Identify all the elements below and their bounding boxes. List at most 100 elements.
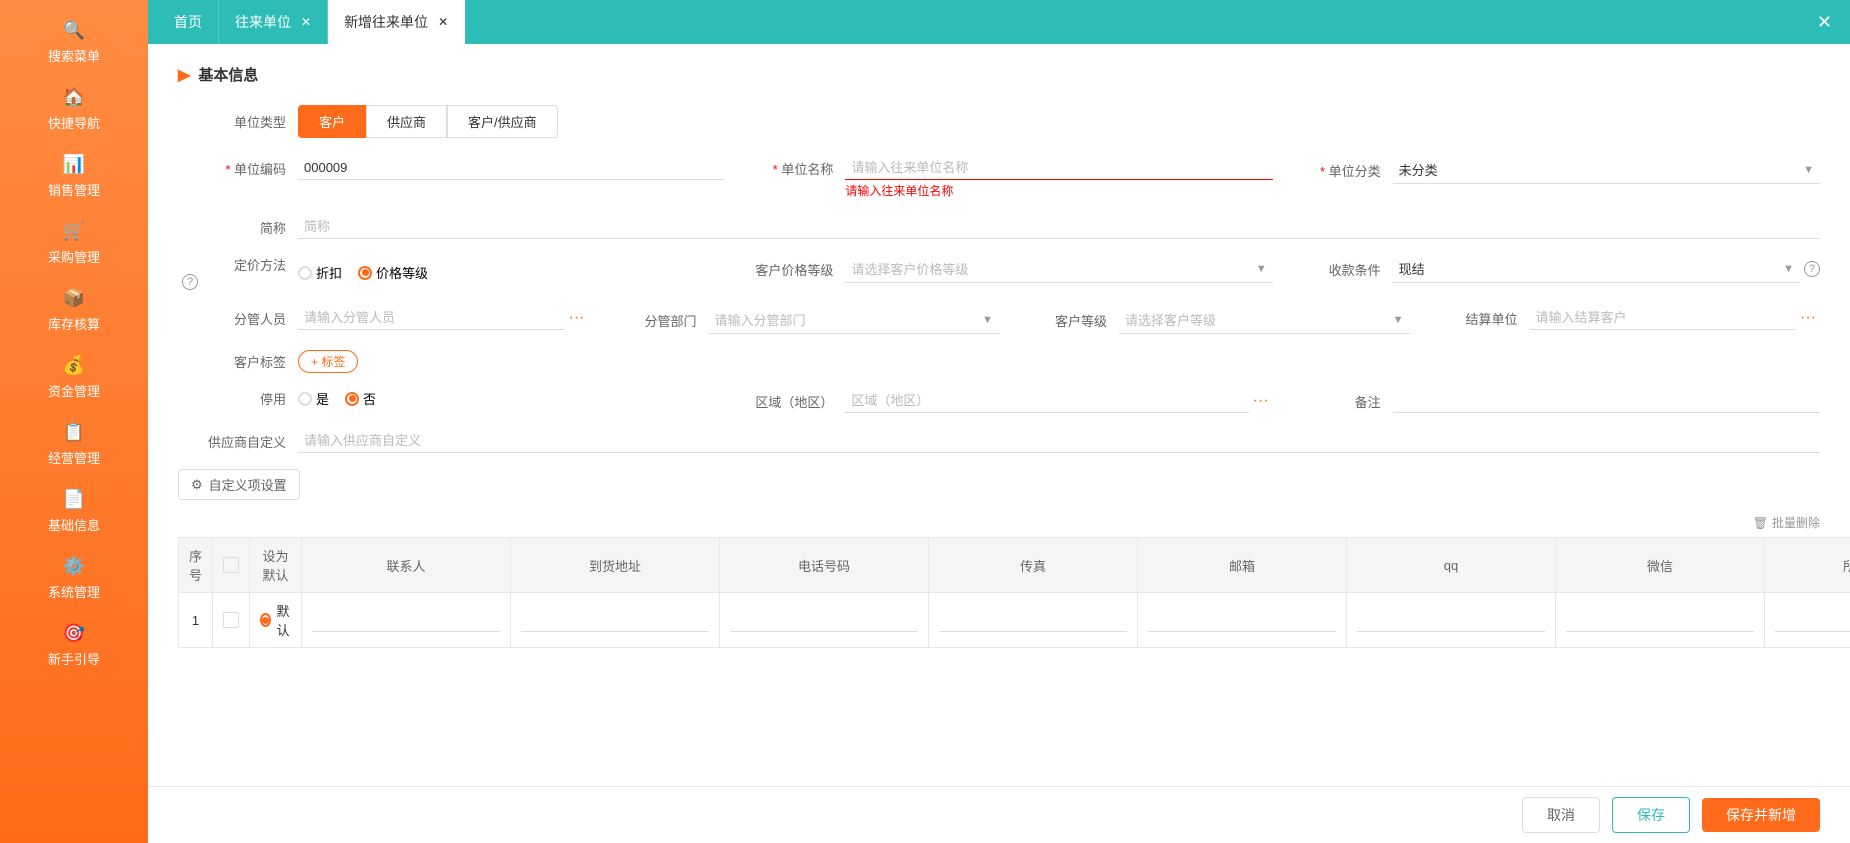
department-field: 分管部门 请输入分管部门 ▼ (589, 306, 1000, 334)
save-button[interactable]: 保存 (1612, 797, 1690, 833)
form-row-2: 简称 (178, 215, 1820, 239)
department-select[interactable]: 请输入分管部门 ▼ (709, 306, 1000, 334)
manager-input[interactable] (298, 306, 565, 330)
sidebar-item-search[interactable]: 🔍 搜索菜单 (0, 8, 148, 75)
department-label: 分管部门 (589, 311, 709, 330)
unit-type-customer-btn[interactable]: 客户 (298, 105, 366, 138)
supplier-custom-input[interactable] (298, 429, 1820, 453)
customer-level-select[interactable]: 请选择客户等级 ▼ (1119, 306, 1410, 334)
tab-new-trading-unit[interactable]: 新增往来单位 ✕ (328, 0, 465, 44)
home-icon: 🏠 (62, 85, 86, 109)
fax-input[interactable] (939, 608, 1127, 632)
manager-dots-btn[interactable]: ··· (565, 309, 589, 327)
row-default-radio[interactable]: 默认 (260, 601, 291, 639)
search-icon: 🔍 (62, 18, 86, 42)
col-wechat: 微信 (1556, 538, 1765, 593)
system-icon: ⚙️ (62, 554, 86, 578)
customer-level-field: 客户等级 请选择客户等级 ▼ (999, 306, 1410, 334)
payment-terms-help-icon[interactable]: ? (1804, 261, 1820, 277)
disabled-no-circle (345, 392, 359, 406)
region-input[interactable] (845, 389, 1248, 413)
row-checkbox[interactable] (223, 612, 239, 628)
row-address (511, 593, 720, 648)
pricing-discount-circle (298, 266, 312, 280)
save-new-button[interactable]: 保存并新增 (1702, 798, 1820, 832)
sidebar-item-sales[interactable]: 📊 销售管理 (0, 142, 148, 209)
pricing-level-dot (362, 269, 369, 276)
section-header: ▶ 基本信息 (178, 64, 1820, 85)
wechat-input[interactable] (1566, 608, 1754, 632)
unit-type-supplier-btn[interactable]: 供应商 (366, 105, 447, 138)
sidebar-item-purchase[interactable]: 🛒 采购管理 (0, 209, 148, 276)
abbreviation-input[interactable] (298, 215, 1820, 239)
form-content: ▶ 基本信息 单位类型 客户 供应商 客户/供应商 单位编码 单位名称 请输入往… (148, 44, 1850, 786)
pricing-level-radio[interactable]: 价格等级 (358, 263, 428, 282)
tab-new-trading-unit-close[interactable]: ✕ (438, 15, 448, 29)
remarks-input[interactable] (1393, 389, 1820, 413)
department-chevron: ▼ (982, 314, 993, 326)
unit-type-row: 单位类型 客户 供应商 客户/供应商 (178, 105, 1820, 138)
customer-level-chevron: ▼ (1393, 314, 1404, 326)
disabled-yes-radio[interactable]: 是 (298, 389, 329, 408)
sidebar-item-quick-nav[interactable]: 🏠 快捷导航 (0, 75, 148, 142)
cancel-button[interactable]: 取消 (1522, 797, 1600, 833)
sidebar-item-system[interactable]: ⚙️ 系统管理 (0, 544, 148, 611)
form-row-6: 停用 是 否 区域（地区） ··· (178, 389, 1820, 413)
qq-input[interactable] (1357, 608, 1545, 632)
address-input[interactable] (521, 608, 709, 632)
settlement-unit-dots-btn[interactable]: ··· (1796, 309, 1820, 327)
sidebar-item-operations[interactable]: 📋 经营管理 (0, 410, 148, 477)
unit-category-field: 单位分类 未分类 ▼ (1273, 156, 1820, 184)
sidebar-item-basic-info[interactable]: 📄 基础信息 (0, 477, 148, 544)
disabled-no-radio[interactable]: 否 (345, 389, 376, 408)
row-contact (302, 593, 511, 648)
tab-bar-close-button[interactable]: ✕ (1809, 12, 1840, 33)
unit-name-label: 单位名称 (725, 159, 845, 178)
sidebar-item-guide[interactable]: 🎯 新手引导 (0, 611, 148, 678)
inventory-icon: 📦 (62, 286, 86, 310)
department-placeholder: 请输入分管部门 (715, 310, 983, 329)
pricing-discount-radio[interactable]: 折扣 (298, 263, 342, 282)
phone-input[interactable] (730, 608, 918, 632)
guide-icon: 🎯 (62, 621, 86, 645)
batch-delete-button[interactable]: 🗑 批量删除 (1753, 514, 1820, 531)
sidebar-item-finance[interactable]: 💰 资金管理 (0, 343, 148, 410)
unit-type-both-btn[interactable]: 客户/供应商 (447, 105, 558, 138)
section-title: 基本信息 (198, 64, 258, 85)
col-region: 所在地区 (1765, 538, 1850, 593)
contact-input[interactable] (312, 608, 500, 632)
disabled-field: 停用 是 否 (178, 389, 725, 408)
row-region-input[interactable] (1775, 608, 1850, 632)
batch-delete-icon: 🗑 (1753, 516, 1768, 530)
payment-terms-label: 收款条件 (1273, 260, 1393, 279)
pricing-help-icon[interactable]: ? (182, 274, 198, 290)
payment-terms-select[interactable]: 现结 ▼ (1393, 255, 1800, 283)
col-phone: 电话号码 (720, 538, 929, 593)
pricing-method-radio-group: 折扣 价格等级 (298, 263, 428, 282)
custom-settings-button[interactable]: ⚙ 自定义项设置 (178, 469, 300, 500)
section-icon: ▶ (178, 65, 190, 85)
settlement-unit-input[interactable] (1530, 306, 1797, 330)
add-tag-button[interactable]: + 标签 (298, 350, 358, 373)
unit-name-error: 请输入往来单位名称 (845, 182, 953, 199)
select-all-checkbox[interactable] (223, 557, 239, 573)
sales-icon: 📊 (62, 152, 86, 176)
region-dots-btn[interactable]: ··· (1249, 392, 1273, 410)
email-input[interactable] (1148, 608, 1336, 632)
tab-trading-units-close[interactable]: ✕ (301, 15, 311, 29)
pricing-level-circle (358, 266, 372, 280)
unit-code-input[interactable] (298, 156, 725, 180)
unit-type-label: 单位类型 (178, 112, 298, 131)
col-checkbox (213, 538, 250, 593)
supplier-custom-field: 供应商自定义 (178, 429, 1820, 453)
sidebar-item-inventory[interactable]: 📦 库存核算 (0, 276, 148, 343)
unit-name-input[interactable] (845, 156, 1272, 180)
customer-price-level-field: 客户价格等级 请选择客户价格等级 ▼ (725, 255, 1272, 283)
unit-category-select[interactable]: 未分类 ▼ (1393, 156, 1820, 184)
col-qq: qq (1347, 538, 1556, 593)
tab-trading-units[interactable]: 往来单位 ✕ (219, 0, 328, 44)
customer-price-level-select[interactable]: 请选择客户价格等级 ▼ (845, 255, 1272, 283)
tab-home[interactable]: 首页 (158, 0, 219, 44)
form-row-4: 分管人员 ··· 分管部门 请输入分管部门 ▼ 客户等级 请选择客户等级 ▼ 结… (178, 306, 1820, 334)
col-contact: 联系人 (302, 538, 511, 593)
